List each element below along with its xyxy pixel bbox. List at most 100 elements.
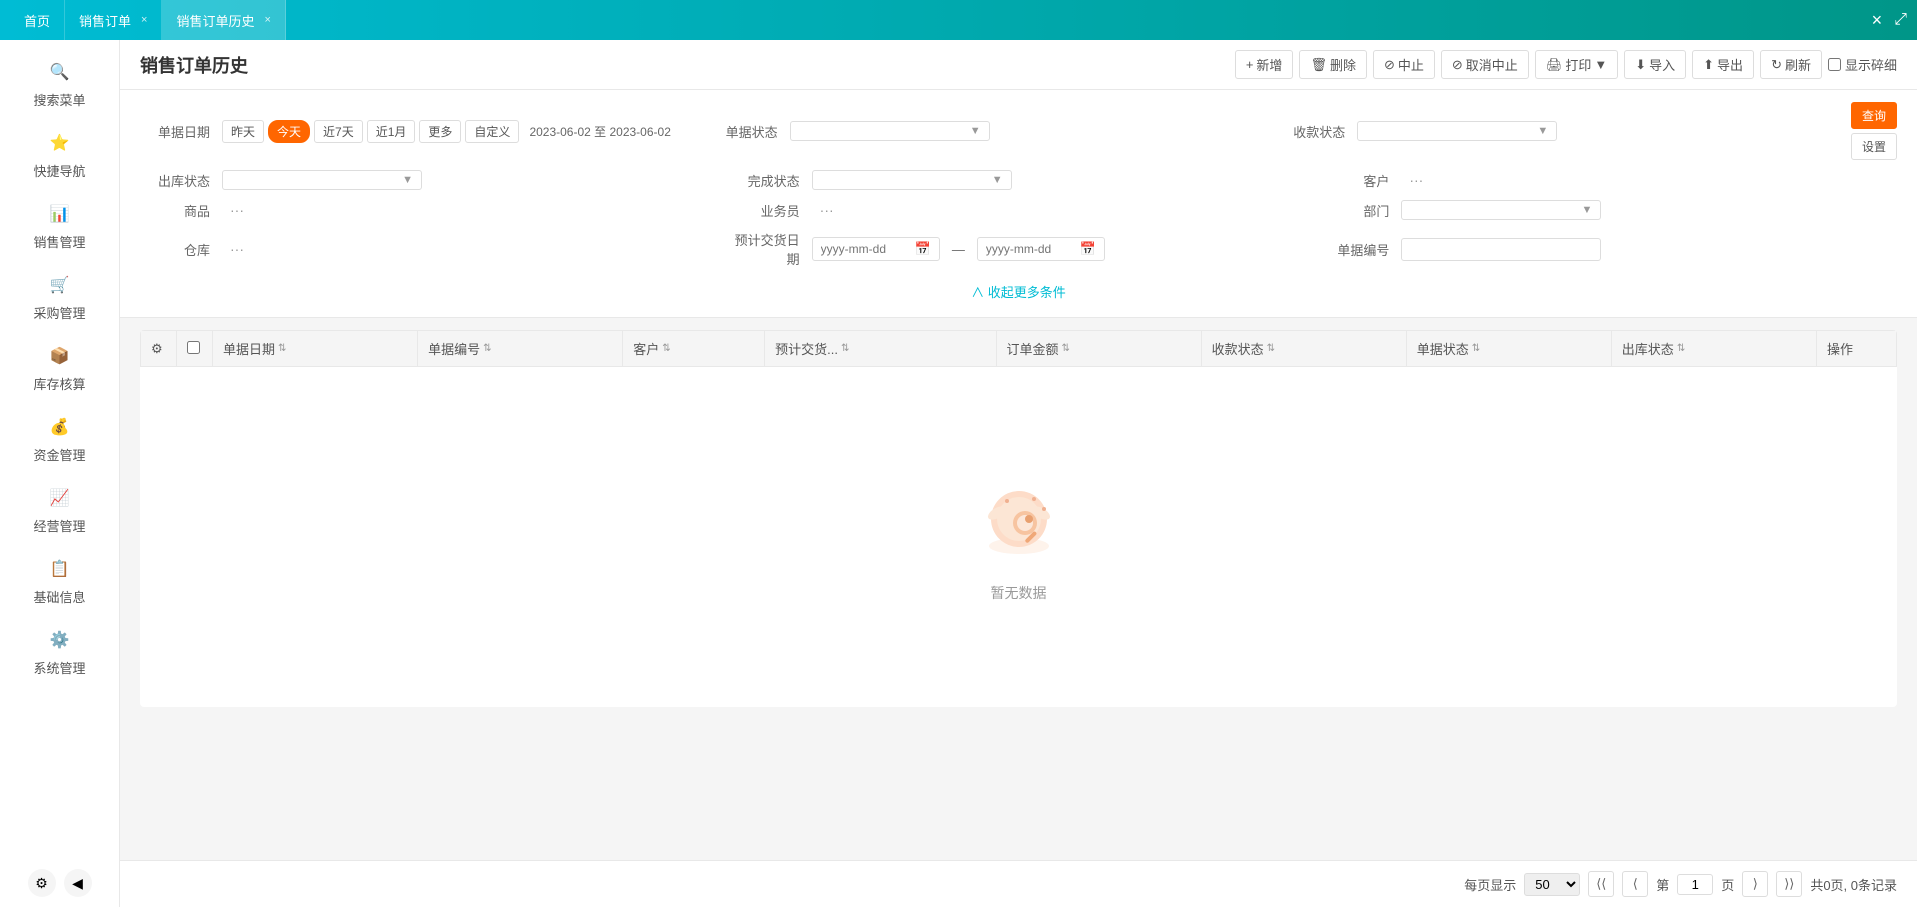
department-label: 部门 [1319, 201, 1389, 220]
delivery-status-select[interactable]: ▼ [222, 170, 422, 190]
sidebar-collapse-icon[interactable]: ◀ [64, 869, 92, 897]
sidebar-item-system-label: 系统管理 [33, 658, 85, 677]
export-button[interactable]: ⬆ 导出 [1692, 50, 1754, 79]
refresh-button[interactable]: ↻ 刷新 [1760, 50, 1822, 79]
delete-button[interactable]: 🗑 删除 [1299, 50, 1367, 79]
sidebar-item-operations[interactable]: 📈 经营管理 [0, 474, 119, 545]
page-size-select[interactable]: 50 20 100 [1524, 873, 1580, 896]
expected-date-from-wrap[interactable]: 📅 [812, 237, 940, 261]
sidebar-item-purchase[interactable]: 🛒 采购管理 [0, 261, 119, 332]
refresh-label: 刷新 [1785, 55, 1811, 74]
expected-date-from[interactable] [821, 242, 911, 256]
collapse-row[interactable]: ∧ 收起更多条件 [140, 278, 1897, 305]
page-first-btn[interactable]: ⟨⟨ [1588, 871, 1614, 897]
product-dots-btn[interactable]: ··· [222, 200, 252, 220]
inventory-icon: 📦 [46, 342, 74, 370]
bill-status-select[interactable]: ▼ [790, 121, 990, 141]
page-last-btn[interactable]: ⟩⟩ [1776, 871, 1802, 897]
bill-number-input[interactable] [1401, 238, 1601, 261]
filter-row-1: 单据日期 昨天 今天 近7天 近1月 更多 自定义 2023-06-02 至 2… [140, 102, 1897, 160]
delivery-status-chevron: ▼ [402, 174, 413, 186]
print-label: 打印 [1565, 55, 1591, 74]
date-btn-more[interactable]: 更多 [419, 120, 461, 143]
print-button[interactable]: 🖨 打印 ▼ [1535, 50, 1618, 79]
empty-text: 暂无数据 [991, 583, 1047, 603]
th-expected-delivery-sort-icon: ⇅ [841, 343, 849, 354]
sidebar-item-quicknav-label: 快捷导航 [33, 161, 85, 180]
import-button[interactable]: ⬇ 导入 [1624, 50, 1686, 79]
date-btn-7days[interactable]: 近7天 [314, 120, 363, 143]
th-bill-status[interactable]: 单据状态 ⇅ [1406, 331, 1611, 367]
salesperson-dots-btn[interactable]: ··· [812, 200, 842, 220]
topbar-expand-icon[interactable]: ⤢ [1894, 11, 1907, 29]
department-select[interactable]: ▼ [1401, 200, 1601, 220]
sidebar-item-system[interactable]: ⚙️ 系统管理 [0, 616, 119, 687]
expected-date-to[interactable] [986, 242, 1076, 256]
expected-date-to-wrap[interactable]: 📅 [977, 237, 1105, 261]
receipt-status-chevron: ▼ [1537, 125, 1548, 137]
sidebar-settings-icon[interactable]: ⚙ [28, 869, 56, 897]
th-delivery-status[interactable]: 出库状态 ⇅ [1611, 331, 1816, 367]
main-layout: 🔍 搜索菜单 ⭐ 快捷导航 📊 销售管理 🛒 采购管理 📦 库存核算 💰 资金管… [0, 40, 1917, 907]
tab-home-label: 首页 [24, 11, 50, 30]
settings-button[interactable]: 设置 [1851, 133, 1897, 160]
date-btn-group: 昨天 今天 近7天 近1月 更多 自定义 [222, 120, 519, 143]
th-bill-status-sort-icon: ⇅ [1472, 343, 1480, 354]
table-settings-header[interactable]: ⚙ [141, 331, 177, 367]
sidebar-item-quicknav[interactable]: ⭐ 快捷导航 [0, 119, 119, 190]
date-btn-1month[interactable]: 近1月 [367, 120, 416, 143]
sidebar-item-finance[interactable]: 💰 资金管理 [0, 403, 119, 474]
tab-home[interactable]: 首页 [10, 0, 65, 40]
page-next-btn[interactable]: ⟩ [1742, 871, 1768, 897]
calendar-to-icon: 📅 [1080, 241, 1096, 257]
th-customer[interactable]: 客户 ⇅ [623, 331, 765, 367]
tab-sales-history-close[interactable]: × [264, 14, 270, 26]
sidebar-item-search[interactable]: 🔍 搜索菜单 [0, 48, 119, 119]
warehouse-dots-btn[interactable]: ··· [222, 239, 252, 259]
page-prev-btn[interactable]: ⟨ [1622, 871, 1648, 897]
th-expected-delivery[interactable]: 预计交货... ⇅ [765, 331, 996, 367]
page-size-label: 每页显示 [1464, 875, 1516, 894]
add-button[interactable]: + 新增 [1235, 50, 1294, 79]
collapse-label: ∧ 收起更多条件 [971, 285, 1066, 300]
page-number-input[interactable] [1677, 874, 1713, 895]
filter-row-4: 仓库 ··· 预计交货日期 📅 — 📅 单据编号 [140, 230, 1897, 268]
table-checkbox-header[interactable] [177, 331, 213, 367]
receipt-status-select[interactable]: ▼ [1357, 121, 1557, 141]
sidebar-item-inventory[interactable]: 📦 库存核算 [0, 332, 119, 403]
topbar-close-icon[interactable]: × [1872, 10, 1883, 31]
th-receipt-status[interactable]: 收款状态 ⇅ [1201, 331, 1406, 367]
stop-button[interactable]: ⊘ 中止 [1373, 50, 1435, 79]
th-customer-sort-icon: ⇅ [662, 343, 670, 354]
cancel-stop-button[interactable]: ⊘ 取消中止 [1441, 50, 1529, 79]
date-btn-custom[interactable]: 自定义 [465, 120, 519, 143]
tab-sales-order[interactable]: 销售订单 × [65, 0, 162, 40]
department-field: ▼ [1401, 200, 1897, 220]
date-btn-today[interactable]: 今天 [268, 120, 310, 143]
tab-sales-history[interactable]: 销售订单历史 × [162, 0, 285, 40]
sidebar-item-basic-info[interactable]: 📋 基础信息 [0, 545, 119, 616]
page-go-label: 第 [1656, 875, 1669, 894]
filter-row-3: 商品 ··· 业务员 ··· 部门 ▼ [140, 200, 1897, 220]
select-all-checkbox[interactable] [187, 341, 200, 354]
empty-state-row: 暂无数据 [141, 367, 1897, 707]
customer-dots-btn[interactable]: ··· [1401, 170, 1431, 190]
date-btn-yesterday[interactable]: 昨天 [222, 120, 264, 143]
sidebar-item-purchase-label: 采购管理 [33, 303, 85, 322]
complete-status-select[interactable]: ▼ [812, 170, 1012, 190]
search-icon: 🔍 [46, 58, 74, 86]
sidebar-item-sales[interactable]: 📊 销售管理 [0, 190, 119, 261]
tab-sales-order-close[interactable]: × [141, 14, 147, 26]
display-columns-checkbox-label[interactable]: 显示碎细 [1828, 55, 1897, 74]
th-number[interactable]: 单据编号 ⇅ [418, 331, 623, 367]
th-amount-sort-icon: ⇅ [1062, 343, 1070, 354]
display-columns-checkbox[interactable] [1828, 58, 1841, 71]
query-button[interactable]: 查询 [1851, 102, 1897, 129]
bill-number-field [1401, 238, 1897, 261]
th-amount[interactable]: 订单金额 ⇅ [996, 331, 1201, 367]
th-bill-status-label: 单据状态 [1417, 339, 1469, 358]
table-header-row: ⚙ 单据日期 ⇅ 单据编号 [141, 331, 1897, 367]
th-date-sort-icon: ⇅ [278, 343, 286, 354]
pagination: 每页显示 50 20 100 ⟨⟨ ⟨ 第 页 ⟩ ⟩⟩ 共0页, 0条记录 [120, 860, 1917, 907]
th-date[interactable]: 单据日期 ⇅ [213, 331, 418, 367]
